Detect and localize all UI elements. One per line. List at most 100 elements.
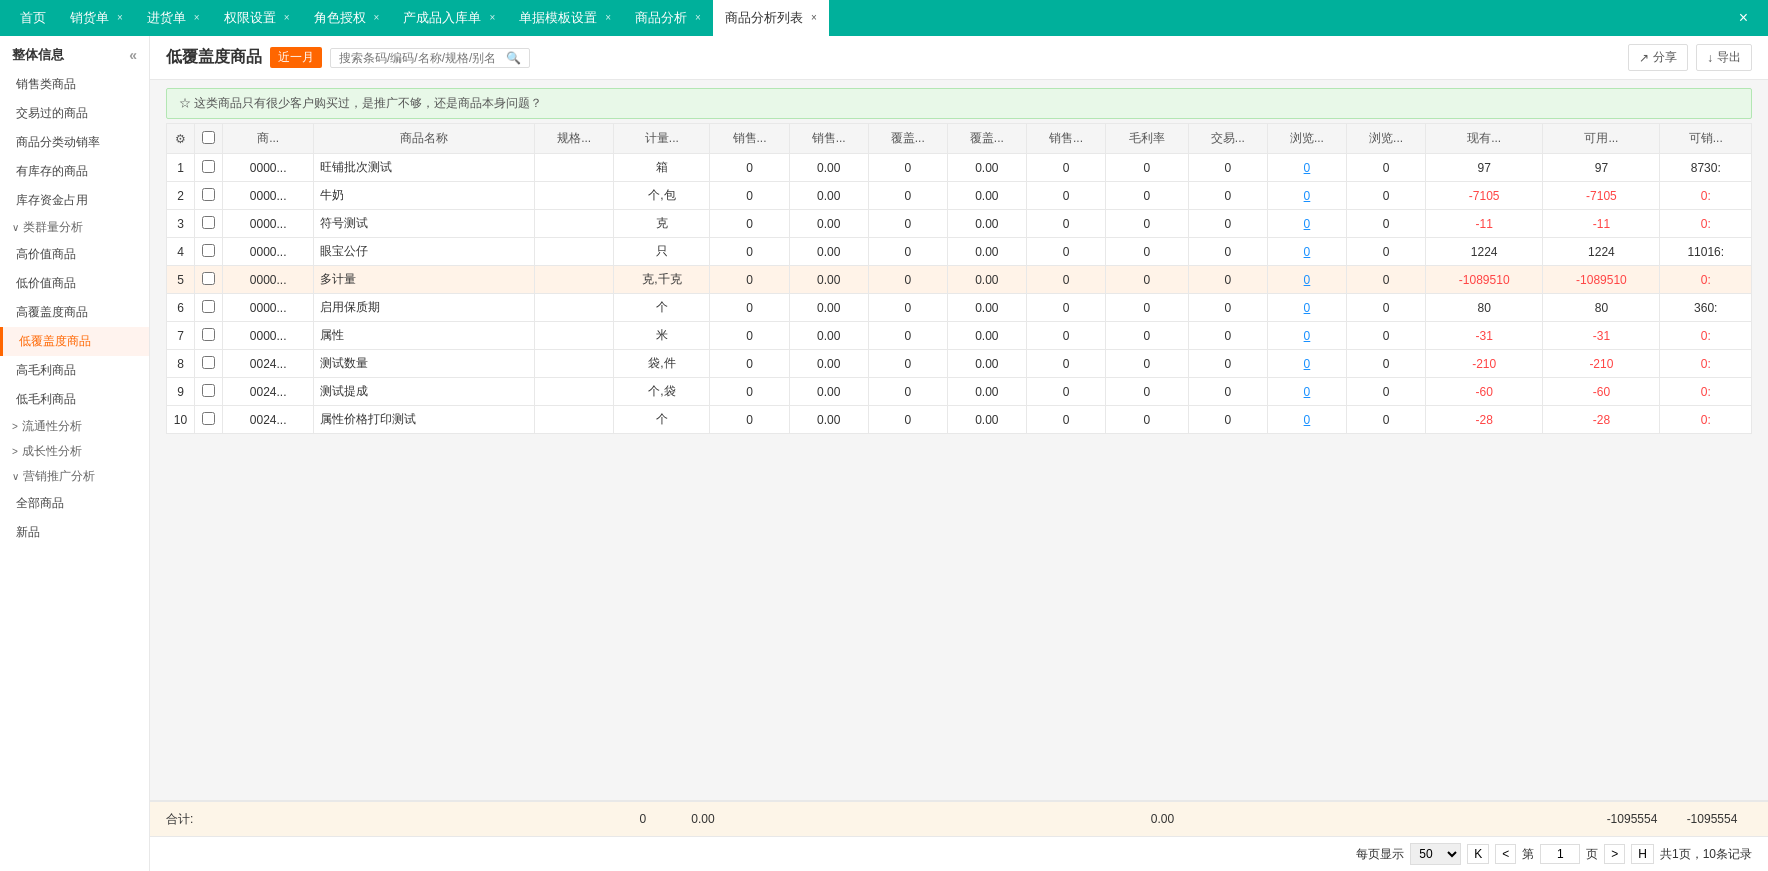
sidebar-item-high-coverage[interactable]: 高覆盖度商品 bbox=[0, 298, 149, 327]
row-margin: 0 bbox=[1106, 350, 1189, 378]
col-margin-header[interactable]: 毛利率 bbox=[1106, 124, 1189, 154]
row-browse1: 0 bbox=[1267, 322, 1346, 350]
sidebar-item-traded-goods[interactable]: 交易过的商品 bbox=[0, 99, 149, 128]
sidebar-item-high-value[interactable]: 高价值商品 bbox=[0, 240, 149, 269]
close-icon[interactable]: × bbox=[284, 0, 290, 36]
nav-sales-order[interactable]: 销货单 × bbox=[58, 0, 135, 36]
nav-template-settings[interactable]: 单据模板设置 × bbox=[507, 0, 623, 36]
col-browse1-header[interactable]: 浏览... bbox=[1267, 124, 1346, 154]
select-all-checkbox[interactable] bbox=[202, 131, 215, 144]
col-name-header[interactable]: 商品名称 bbox=[314, 124, 535, 154]
row-checkbox[interactable] bbox=[202, 356, 215, 369]
first-page-button[interactable]: K bbox=[1467, 844, 1489, 864]
col-code-header[interactable]: 商... bbox=[223, 124, 314, 154]
sidebar-section-liquidity[interactable]: > 流通性分析 bbox=[0, 414, 149, 439]
col-avail-header[interactable]: 可用... bbox=[1543, 124, 1660, 154]
row-checkbox[interactable] bbox=[202, 300, 215, 313]
col-cov2-header[interactable]: 覆盖... bbox=[947, 124, 1026, 154]
sidebar-item-high-margin[interactable]: 高毛利商品 bbox=[0, 356, 149, 385]
row-checkbox[interactable] bbox=[202, 244, 215, 257]
col-sellable-header[interactable]: 可销... bbox=[1660, 124, 1752, 154]
row-unit: 克,千克 bbox=[614, 266, 710, 294]
nav-product-analysis-list[interactable]: 商品分析列表 × bbox=[713, 0, 829, 36]
col-trade-header[interactable]: 交易... bbox=[1188, 124, 1267, 154]
export-button[interactable]: ↓ 导出 bbox=[1696, 44, 1752, 71]
nav-products-inbound[interactable]: 产成品入库单 × bbox=[391, 0, 507, 36]
nav-home[interactable]: 首页 bbox=[8, 0, 58, 36]
row-checkbox[interactable] bbox=[202, 384, 215, 397]
last-page-button[interactable]: H bbox=[1631, 844, 1654, 864]
row-trade: 0 bbox=[1188, 266, 1267, 294]
nav-roles[interactable]: 角色授权 × bbox=[302, 0, 392, 36]
sidebar-item-new-goods[interactable]: 新品 bbox=[0, 518, 149, 547]
col-stock-header[interactable]: 现有... bbox=[1426, 124, 1543, 154]
col-sales3-header[interactable]: 销售... bbox=[1026, 124, 1105, 154]
sidebar-item-low-coverage[interactable]: 低覆盖度商品 bbox=[0, 327, 149, 356]
data-table-wrapper[interactable]: ⚙ 商... 商品名称 规格... 计量... 销售... 销售... 覆盖..… bbox=[166, 123, 1752, 800]
row-avail: -31 bbox=[1543, 322, 1660, 350]
nav-permissions[interactable]: 权限设置 × bbox=[212, 0, 302, 36]
row-sales2: 0.00 bbox=[789, 406, 868, 434]
row-sellable: 0: bbox=[1660, 406, 1752, 434]
next-page-button[interactable]: > bbox=[1604, 844, 1625, 864]
close-icon[interactable]: × bbox=[811, 0, 817, 36]
row-checkbox[interactable] bbox=[202, 272, 215, 285]
row-browse1: 0 bbox=[1267, 154, 1346, 182]
per-page-select[interactable]: 50 100 200 bbox=[1410, 843, 1461, 865]
col-settings[interactable]: ⚙ bbox=[167, 124, 195, 154]
export-icon: ↓ bbox=[1707, 51, 1713, 65]
col-sales1-header[interactable]: 销售... bbox=[710, 124, 789, 154]
sidebar-section-growth[interactable]: > 成长性分析 bbox=[0, 439, 149, 464]
time-filter-button[interactable]: 近一月 bbox=[270, 47, 322, 68]
search-input[interactable] bbox=[339, 51, 506, 65]
col-sales2-header[interactable]: 销售... bbox=[789, 124, 868, 154]
row-checkbox[interactable] bbox=[202, 412, 215, 425]
row-cov2: 0.00 bbox=[947, 238, 1026, 266]
sidebar-section-cluster-analysis[interactable]: ∨ 类群量分析 bbox=[0, 215, 149, 240]
page-number-input[interactable] bbox=[1540, 844, 1580, 864]
col-cov1-header[interactable]: 覆盖... bbox=[868, 124, 947, 154]
sidebar-item-low-margin[interactable]: 低毛利商品 bbox=[0, 385, 149, 414]
row-number: 7 bbox=[167, 322, 195, 350]
row-sales1: 0 bbox=[710, 378, 789, 406]
close-icon[interactable]: × bbox=[695, 0, 701, 36]
row-checkbox[interactable] bbox=[202, 160, 215, 173]
nav-product-analysis[interactable]: 商品分析 × bbox=[623, 0, 713, 36]
sidebar-item-stock-capital[interactable]: 库存资金占用 bbox=[0, 186, 149, 215]
close-icon[interactable]: × bbox=[194, 0, 200, 36]
window-close-button[interactable]: × bbox=[1727, 9, 1760, 27]
col-unit-header[interactable]: 计量... bbox=[614, 124, 710, 154]
row-checkbox[interactable] bbox=[202, 328, 215, 341]
nav-purchase-order[interactable]: 进货单 × bbox=[135, 0, 212, 36]
row-checkbox[interactable] bbox=[202, 216, 215, 229]
row-checkbox[interactable] bbox=[202, 188, 215, 201]
row-sales2: 0.00 bbox=[789, 322, 868, 350]
row-avail: -210 bbox=[1543, 350, 1660, 378]
row-name: 属性价格打印测试 bbox=[314, 406, 535, 434]
sidebar-item-sales-goods[interactable]: 销售类商品 bbox=[0, 70, 149, 99]
col-browse2-header[interactable]: 浏览... bbox=[1347, 124, 1426, 154]
row-number: 9 bbox=[167, 378, 195, 406]
close-icon[interactable]: × bbox=[605, 0, 611, 36]
col-spec-header[interactable]: 规格... bbox=[535, 124, 614, 154]
close-icon[interactable]: × bbox=[374, 0, 380, 36]
close-icon[interactable]: × bbox=[117, 0, 123, 36]
row-name: 测试提成 bbox=[314, 378, 535, 406]
col-checkbox[interactable] bbox=[195, 124, 223, 154]
sidebar-item-all-goods[interactable]: 全部商品 bbox=[0, 489, 149, 518]
row-trade: 0 bbox=[1188, 378, 1267, 406]
row-browse1: 0 bbox=[1267, 210, 1346, 238]
sidebar-section-marketing[interactable]: ∨ 营销推广分析 bbox=[0, 464, 149, 489]
share-button[interactable]: ↗ 分享 bbox=[1628, 44, 1688, 71]
row-sales1: 0 bbox=[710, 322, 789, 350]
close-icon[interactable]: × bbox=[489, 0, 495, 36]
sidebar-item-stocked-goods[interactable]: 有库存的商品 bbox=[0, 157, 149, 186]
row-browse2: 0 bbox=[1347, 322, 1426, 350]
table-row: 60000...启用保质期个00.0000.00000008080360: bbox=[167, 294, 1752, 322]
chevron-right-icon: > bbox=[12, 446, 18, 457]
prev-page-button[interactable]: < bbox=[1495, 844, 1516, 864]
sidebar-collapse-button[interactable]: « bbox=[129, 47, 137, 63]
total-row: 合计: 0 0.00 0.00 -1095554 -1095554 bbox=[150, 800, 1768, 836]
sidebar-item-low-value[interactable]: 低价值商品 bbox=[0, 269, 149, 298]
sidebar-item-category-turnover[interactable]: 商品分类动销率 bbox=[0, 128, 149, 157]
